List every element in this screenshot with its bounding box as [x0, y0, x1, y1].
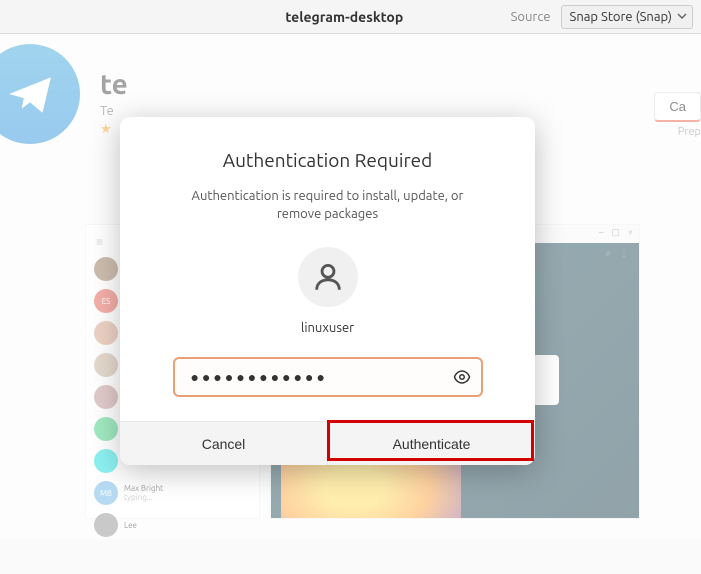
dialog-message: Authentication is required to install, u… [192, 187, 464, 223]
show-password-icon[interactable] [453, 368, 471, 386]
username-label: linuxuser [301, 321, 354, 335]
cancel-button[interactable]: Cancel [120, 422, 328, 465]
source-value: Snap Store (Snap) [570, 10, 672, 24]
app-package-title: telegram-desktop [188, 9, 501, 25]
authenticate-button[interactable]: Authenticate [328, 422, 535, 465]
dialog-body: Authentication Required Authentication i… [120, 117, 535, 421]
password-input[interactable] [173, 357, 483, 397]
chevron-down-icon [677, 10, 687, 24]
source-dropdown[interactable]: Snap Store (Snap) [561, 5, 693, 29]
person-icon [311, 260, 345, 294]
auth-dialog: Authentication Required Authentication i… [120, 117, 535, 465]
password-field-wrap [173, 357, 483, 397]
dialog-title: Authentication Required [223, 149, 433, 171]
dialog-buttons: Cancel Authenticate [120, 421, 535, 465]
content-area: te Te ★ Ca Prep ≡ ESMBMax Brighttyping..… [0, 34, 701, 539]
source-label: Source [511, 10, 551, 24]
user-avatar [298, 247, 358, 307]
header-bar: telegram-desktop Source Snap Store (Snap… [0, 0, 701, 34]
